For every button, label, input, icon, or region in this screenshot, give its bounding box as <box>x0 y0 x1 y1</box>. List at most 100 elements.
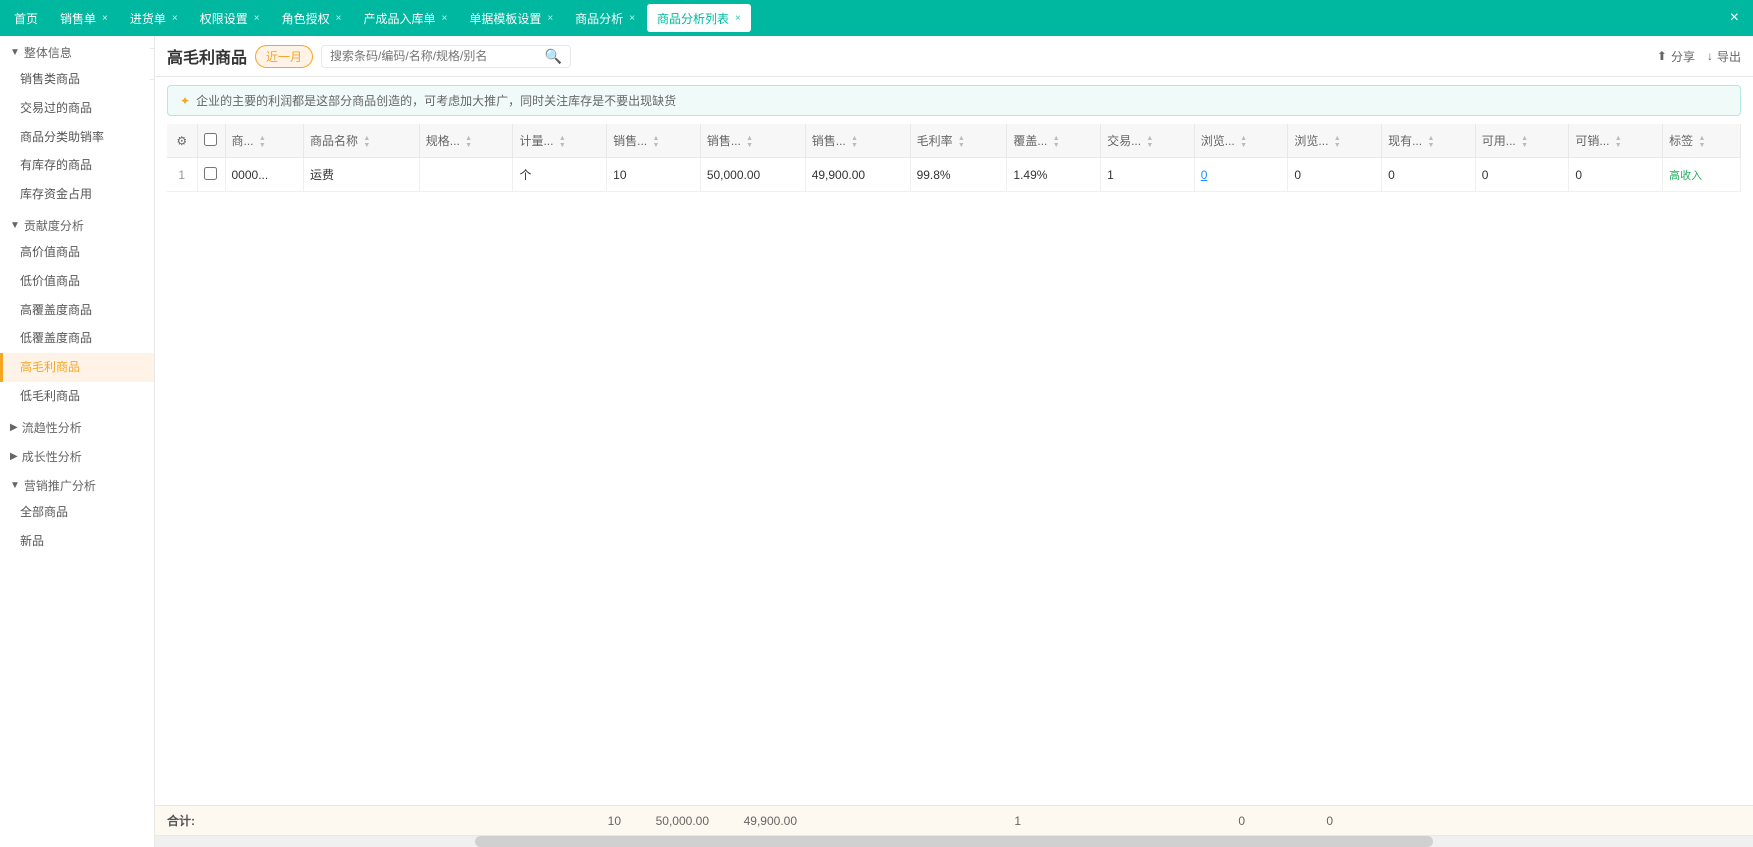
footer-sales-qty: 10 <box>547 814 627 828</box>
sidebar-item-traded-goods[interactable]: 交易过的商品 <box>0 94 154 123</box>
sidebar-item-low-margin[interactable]: 低毛利商品 <box>0 382 154 411</box>
search-icon[interactable]: 🔍 <box>545 48 562 65</box>
nav-close-roles[interactable]: × <box>336 13 342 24</box>
cell-sales-amt: 50,000.00 <box>700 158 805 192</box>
cell-sales-cost: 49,900.00 <box>805 158 910 192</box>
cell-view1[interactable]: 0 <box>1194 158 1288 192</box>
sidebar-group-trend-arrow: ▶ <box>10 422 18 433</box>
table-row: 1 0000... 运费 个 10 50,000.00 49,900.00 99… <box>167 158 1741 192</box>
sidebar-collapse-button[interactable]: « <box>150 48 155 80</box>
cell-available: 0 <box>1475 158 1569 192</box>
content-area: 高毛利商品 近一月 🔍 ⬆ 分享 ↓ 导出 ✦ 企业的主要的利润都是这部分商品创… <box>155 36 1753 847</box>
sidebar-item-new-goods[interactable]: 新品 <box>0 527 154 556</box>
nav-home[interactable]: 首页 <box>4 4 48 32</box>
share-button[interactable]: ⬆ 分享 <box>1657 48 1695 65</box>
filter-month-button[interactable]: 近一月 <box>255 45 313 68</box>
cell-tag: 高收入 <box>1663 158 1741 192</box>
footer-transaction: 1 <box>947 814 1027 828</box>
col-unit[interactable]: 计量... ▲▼ <box>513 124 607 158</box>
sidebar-group-growth[interactable]: ▶ 成长性分析 <box>0 440 154 469</box>
nav-close-permissions[interactable]: × <box>254 13 260 24</box>
col-sellable[interactable]: 可销... ▲▼ <box>1569 124 1663 158</box>
window-close-button[interactable]: × <box>1720 9 1749 27</box>
sidebar-item-low-coverage[interactable]: 低覆盖度商品 <box>0 324 154 353</box>
export-button[interactable]: ↓ 导出 <box>1707 48 1741 65</box>
nav-close-product-analysis-list[interactable]: × <box>735 13 741 24</box>
data-table: ⚙ 商... ▲▼ 商品名称 ▲▼ 规格... ▲▼ <box>167 124 1741 192</box>
nav-template[interactable]: 单据模板设置 × <box>459 4 563 32</box>
nav-close-template[interactable]: × <box>547 13 553 24</box>
sidebar-item-stocked-goods[interactable]: 有库存的商品 <box>0 151 154 180</box>
cell-checkbox[interactable] <box>197 158 225 192</box>
sidebar-group-overall[interactable]: ▼ 整体信息 <box>0 36 154 65</box>
sidebar-group-contribution-arrow: ▼ <box>10 220 20 231</box>
col-current-stock[interactable]: 现有... ▲▼ <box>1382 124 1476 158</box>
col-name[interactable]: 商品名称 ▲▼ <box>304 124 420 158</box>
nav-close-purchase[interactable]: × <box>172 13 178 24</box>
bottom-scrollbar[interactable] <box>155 835 1753 847</box>
col-view2[interactable]: 浏览... ▲▼ <box>1288 124 1382 158</box>
sidebar-item-all-goods[interactable]: 全部商品 <box>0 498 154 527</box>
cell-view2: 0 <box>1288 158 1382 192</box>
nav-purchase[interactable]: 进货单 × <box>120 4 188 32</box>
col-tag[interactable]: 标签 ▲▼ <box>1663 124 1741 158</box>
col-gross-margin[interactable]: 毛利率 ▲▼ <box>910 124 1007 158</box>
top-nav: 首页 销售单 × 进货单 × 权限设置 × 角色授权 × 产成品入库单 × 单据… <box>0 0 1753 36</box>
footer-available: 0 <box>1259 814 1339 828</box>
sidebar-item-category-rate[interactable]: 商品分类助销率 <box>0 123 154 152</box>
nav-close-product-analysis[interactable]: × <box>629 13 635 24</box>
main-layout: « ▼ 整体信息 销售类商品 交易过的商品 商品分类助销率 有库存的商品 库存资… <box>0 36 1753 847</box>
cell-code: 0000... <box>225 158 304 192</box>
sidebar-group-overall-arrow: ▼ <box>10 47 20 58</box>
nav-permissions[interactable]: 权限设置 × <box>190 4 270 32</box>
sidebar-item-high-coverage[interactable]: 高覆盖度商品 <box>0 296 154 325</box>
col-transaction[interactable]: 交易... ▲▼ <box>1101 124 1195 158</box>
footer-sales-amt: 50,000.00 <box>635 814 715 828</box>
cell-gross-margin: 99.8% <box>910 158 1007 192</box>
search-input[interactable] <box>330 49 541 63</box>
nav-close-product-inbound[interactable]: × <box>441 13 447 24</box>
nav-product-analysis[interactable]: 商品分析 × <box>565 4 645 32</box>
nav-product-inbound[interactable]: 产成品入库单 × <box>353 4 457 32</box>
search-box: 🔍 <box>321 45 571 68</box>
cell-transaction: 1 <box>1101 158 1195 192</box>
scrollbar-thumb <box>475 836 1434 847</box>
header-actions: ⬆ 分享 ↓ 导出 <box>1657 48 1741 65</box>
sidebar-item-sales-goods[interactable]: 销售类商品 <box>0 65 154 94</box>
nav-close-sales[interactable]: × <box>102 13 108 24</box>
sidebar-group-contribution[interactable]: ▼ 贡献度分析 <box>0 209 154 238</box>
sidebar-item-high-value[interactable]: 高价值商品 <box>0 238 154 267</box>
page-title: 高毛利商品 <box>167 44 247 68</box>
sidebar-item-low-value[interactable]: 低价值商品 <box>0 267 154 296</box>
nav-sales[interactable]: 销售单 × <box>50 4 118 32</box>
content-header: 高毛利商品 近一月 🔍 ⬆ 分享 ↓ 导出 <box>155 36 1753 77</box>
nav-product-analysis-list[interactable]: 商品分析列表 × <box>647 4 751 32</box>
col-sales-cost[interactable]: 销售... ▲▼ <box>805 124 910 158</box>
table-header-row: ⚙ 商... ▲▼ 商品名称 ▲▼ 规格... ▲▼ <box>167 124 1741 158</box>
col-view1[interactable]: 浏览... ▲▼ <box>1194 124 1288 158</box>
col-sales-amt[interactable]: 销售... ▲▼ <box>700 124 805 158</box>
sidebar-item-high-margin[interactable]: 高毛利商品 <box>0 353 154 382</box>
col-code[interactable]: 商... ▲▼ <box>225 124 304 158</box>
col-settings[interactable]: ⚙ <box>167 124 197 158</box>
col-available[interactable]: 可用... ▲▼ <box>1475 124 1569 158</box>
sidebar-item-stock-capital[interactable]: 库存资金占用 <box>0 180 154 209</box>
select-all-checkbox[interactable] <box>204 133 217 146</box>
sidebar: « ▼ 整体信息 销售类商品 交易过的商品 商品分类助销率 有库存的商品 库存资… <box>0 36 155 847</box>
sidebar-group-trend[interactable]: ▶ 流趋性分析 <box>0 411 154 440</box>
table-footer: 合计: 10 50,000.00 49,900.00 1 0 0 <box>155 805 1753 835</box>
footer-label: 合计: <box>167 812 195 829</box>
col-sales-qty[interactable]: 销售... ▲▼ <box>607 124 701 158</box>
cell-sales-qty: 10 <box>607 158 701 192</box>
sidebar-group-marketing-arrow: ▼ <box>10 480 20 491</box>
export-icon: ↓ <box>1707 49 1713 63</box>
row-checkbox[interactable] <box>204 167 217 180</box>
nav-roles[interactable]: 角色授权 × <box>272 4 352 32</box>
col-checkbox <box>197 124 225 158</box>
col-spec[interactable]: 规格... ▲▼ <box>419 124 513 158</box>
info-icon: ✦ <box>180 94 190 108</box>
col-coverage[interactable]: 覆盖... ▲▼ <box>1007 124 1101 158</box>
sidebar-group-marketing[interactable]: ▼ 营销推广分析 <box>0 469 154 498</box>
footer-sales-cost: 49,900.00 <box>723 814 803 828</box>
table-container[interactable]: ⚙ 商... ▲▼ 商品名称 ▲▼ 规格... ▲▼ <box>155 124 1753 805</box>
